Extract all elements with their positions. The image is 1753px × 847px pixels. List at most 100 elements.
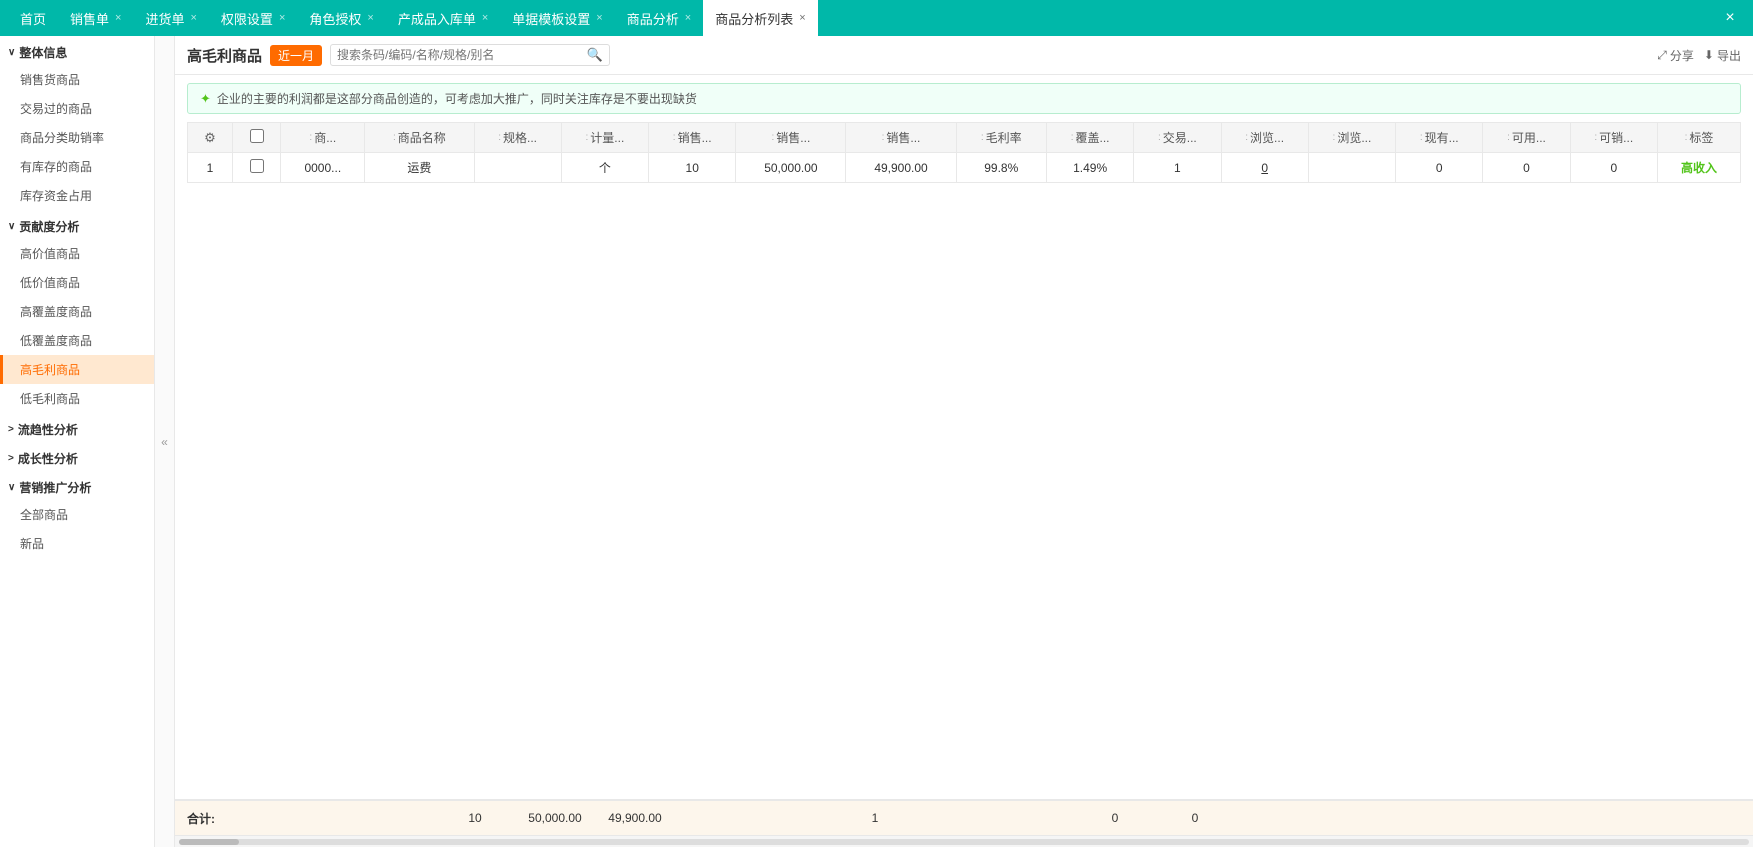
col-label-coverage: 覆盖... bbox=[1075, 129, 1109, 146]
time-filter-button[interactable]: 近一月 bbox=[270, 45, 322, 66]
sidebar-item-有库存的商品[interactable]: 有库存的商品 bbox=[0, 152, 154, 181]
nav-item-close-商品分析列表[interactable]: × bbox=[799, 12, 805, 24]
nav-item-商品分析列表[interactable]: 商品分析列表× bbox=[703, 0, 817, 36]
cell-coverage: 1.49% bbox=[1046, 153, 1133, 183]
cell-views1: 0 bbox=[1221, 153, 1308, 183]
sort-indicator[interactable]: : bbox=[673, 132, 676, 143]
col-header-checkbox[interactable] bbox=[232, 123, 280, 153]
sidebar-section-成长性分析[interactable]: >成长性分析 bbox=[0, 442, 154, 471]
sidebar-item-新品[interactable]: 新品 bbox=[0, 529, 154, 558]
nav-item-进货单[interactable]: 进货单× bbox=[133, 0, 208, 36]
nav-item-close-商品分析[interactable]: × bbox=[685, 12, 691, 24]
nav-item-close-销售单[interactable]: × bbox=[115, 12, 121, 24]
col-header-views1[interactable]: :浏览... bbox=[1221, 123, 1308, 153]
col-header-salesProfit[interactable]: :销售... bbox=[846, 123, 956, 153]
col-header-name[interactable]: :商品名称 bbox=[365, 123, 474, 153]
sidebar-item-商品分类助销率[interactable]: 商品分类助销率 bbox=[0, 123, 154, 152]
share-button[interactable]: ⤢ 分享 bbox=[1657, 47, 1694, 64]
col-header-coverage[interactable]: :覆盖... bbox=[1046, 123, 1133, 153]
sort-indicator[interactable]: : bbox=[498, 132, 501, 143]
sidebar-collapse-button[interactable]: « bbox=[155, 36, 175, 847]
col-label-unit: 计量... bbox=[590, 129, 624, 146]
col-header-grossRate[interactable]: :毛利率 bbox=[956, 123, 1046, 153]
nav-item-close-进货单[interactable]: × bbox=[190, 12, 196, 24]
export-button[interactable]: ⬇ 导出 bbox=[1704, 47, 1741, 64]
sort-indicator[interactable]: : bbox=[981, 132, 984, 143]
col-header-unit[interactable]: :计量... bbox=[561, 123, 648, 153]
col-header-salesAmt[interactable]: :销售... bbox=[736, 123, 846, 153]
sort-indicator[interactable]: : bbox=[1685, 132, 1688, 143]
sort-indicator[interactable]: : bbox=[882, 132, 885, 143]
export-icon: ⬇ bbox=[1704, 48, 1714, 62]
nav-item-商品分析[interactable]: 商品分析× bbox=[615, 0, 703, 36]
sort-indicator[interactable]: : bbox=[393, 132, 396, 143]
col-header-views2[interactable]: :浏览... bbox=[1308, 123, 1395, 153]
col-label-grossRate: 毛利率 bbox=[986, 129, 1022, 146]
sidebar-section-title-label: 贡献度分析 bbox=[19, 218, 79, 235]
sidebar-section-整体信息[interactable]: ∨整体信息 bbox=[0, 36, 154, 65]
col-header-code[interactable]: :商... bbox=[281, 123, 365, 153]
search-input[interactable] bbox=[337, 48, 587, 62]
scroll-track bbox=[179, 839, 1749, 845]
sort-indicator[interactable]: : bbox=[772, 132, 775, 143]
col-header-tradeTimes[interactable]: :交易... bbox=[1134, 123, 1221, 153]
sidebar-item-高覆盖度商品[interactable]: 高覆盖度商品 bbox=[0, 297, 154, 326]
nav-item-close-单据模板设置[interactable]: × bbox=[596, 12, 602, 24]
sidebar-section-流趋性分析[interactable]: >流趋性分析 bbox=[0, 413, 154, 442]
sidebar-section-arrow: > bbox=[8, 424, 14, 435]
col-header-tag[interactable]: :标签 bbox=[1657, 123, 1740, 153]
sort-indicator[interactable]: : bbox=[1245, 132, 1248, 143]
sidebar-section-arrow: ∨ bbox=[8, 482, 15, 493]
window-close-button[interactable]: × bbox=[1715, 0, 1745, 36]
sort-indicator[interactable]: : bbox=[1420, 132, 1423, 143]
col-header-saleable[interactable]: :可销... bbox=[1570, 123, 1657, 153]
nav-item-close-角色授权[interactable]: × bbox=[367, 12, 373, 24]
views-link[interactable]: 0 bbox=[1261, 161, 1268, 175]
footer-currentstock-val: 0 bbox=[1075, 811, 1155, 825]
nav-item-单据模板设置[interactable]: 单据模板设置× bbox=[500, 0, 614, 36]
sidebar-section-title-label: 成长性分析 bbox=[18, 450, 78, 467]
nav-item-close-权限设置[interactable]: × bbox=[279, 12, 285, 24]
sort-indicator[interactable]: : bbox=[1333, 132, 1336, 143]
sort-indicator[interactable]: : bbox=[309, 132, 312, 143]
col-header-spec[interactable]: :规格... bbox=[474, 123, 561, 153]
sidebar-item-交易过的商品[interactable]: 交易过的商品 bbox=[0, 94, 154, 123]
sidebar-section-贡献度分析[interactable]: ∨贡献度分析 bbox=[0, 210, 154, 239]
sidebar-item-高价值商品[interactable]: 高价值商品 bbox=[0, 239, 154, 268]
sidebar-item-低覆盖度商品[interactable]: 低覆盖度商品 bbox=[0, 326, 154, 355]
cell-views2 bbox=[1308, 153, 1395, 183]
gear-icon[interactable]: ⚙ bbox=[204, 130, 216, 145]
col-header-gear[interactable]: ⚙ bbox=[188, 123, 233, 153]
nav-item-首页[interactable]: 首页 bbox=[8, 0, 58, 36]
sidebar-item-高毛利商品[interactable]: 高毛利商品 bbox=[0, 355, 154, 384]
sidebar-section-title-label: 整体信息 bbox=[19, 44, 67, 61]
scroll-thumb[interactable] bbox=[179, 839, 239, 845]
page-title: 高毛利商品 bbox=[187, 45, 262, 66]
cell-salesAmt: 50,000.00 bbox=[736, 153, 846, 183]
select-all-checkbox[interactable] bbox=[250, 129, 264, 143]
sidebar-section-营销推广分析[interactable]: ∨营销推广分析 bbox=[0, 471, 154, 500]
horizontal-scrollbar[interactable] bbox=[175, 835, 1753, 847]
sidebar-item-低毛利商品[interactable]: 低毛利商品 bbox=[0, 384, 154, 413]
nav-item-权限设置[interactable]: 权限设置× bbox=[209, 0, 297, 36]
sort-indicator[interactable]: : bbox=[1071, 132, 1074, 143]
sidebar-item-全部商品[interactable]: 全部商品 bbox=[0, 500, 154, 529]
cell-tag: 高收入 bbox=[1657, 153, 1740, 183]
sidebar-item-库存资金占用[interactable]: 库存资金占用 bbox=[0, 181, 154, 210]
sort-indicator[interactable]: : bbox=[1594, 132, 1597, 143]
header-right: ⤢ 分享 ⬇ 导出 bbox=[1657, 47, 1741, 64]
search-icon[interactable]: 🔍 bbox=[587, 47, 603, 63]
row-checkbox[interactable] bbox=[250, 159, 264, 173]
col-header-currentStock[interactable]: :现有... bbox=[1396, 123, 1483, 153]
nav-item-产成品入库单[interactable]: 产成品入库单× bbox=[386, 0, 500, 36]
sort-indicator[interactable]: : bbox=[1507, 132, 1510, 143]
sort-indicator[interactable]: : bbox=[586, 132, 589, 143]
sidebar-item-低价值商品[interactable]: 低价值商品 bbox=[0, 268, 154, 297]
nav-item-销售单[interactable]: 销售单× bbox=[58, 0, 133, 36]
nav-item-close-产成品入库单[interactable]: × bbox=[482, 12, 488, 24]
sort-indicator[interactable]: : bbox=[1158, 132, 1161, 143]
nav-item-角色授权[interactable]: 角色授权× bbox=[297, 0, 385, 36]
col-header-salesQty[interactable]: :销售... bbox=[649, 123, 736, 153]
col-header-available[interactable]: :可用... bbox=[1483, 123, 1570, 153]
sidebar-item-销售货商品[interactable]: 销售货商品 bbox=[0, 65, 154, 94]
